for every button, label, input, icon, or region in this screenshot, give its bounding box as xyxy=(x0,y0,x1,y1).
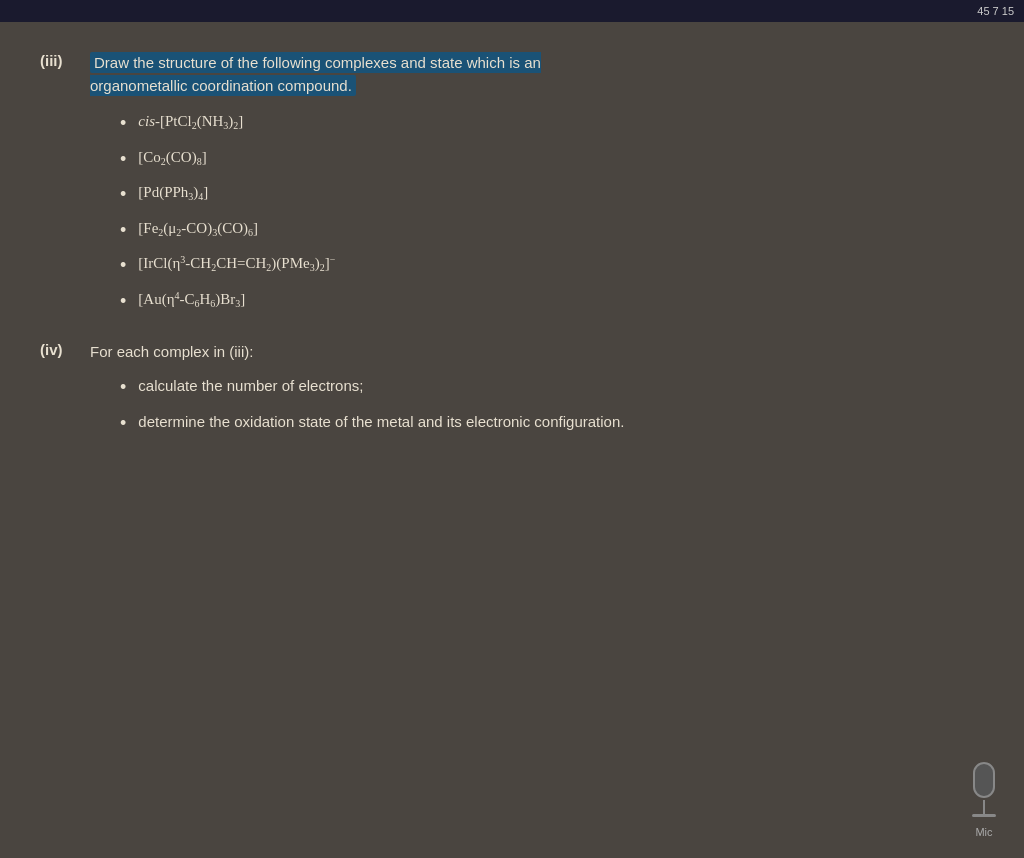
question-iii-block: (iii) Draw the structure of the followin… xyxy=(40,52,984,313)
bullet-dot: • xyxy=(120,255,126,277)
question-iii-text-span: Draw the structure of the following comp… xyxy=(90,52,541,96)
mic-label: Mic xyxy=(975,826,992,838)
bullet-dot: • xyxy=(120,113,126,135)
compound-5-formula: [IrCl(η3-CH2CH=CH2)(PMe3)2]− xyxy=(138,255,335,272)
mic-indicator: Mic xyxy=(944,698,1024,858)
content-area: (iii) Draw the structure of the followin… xyxy=(0,22,1024,858)
compound-2-formula: [Co2(CO)8] xyxy=(138,149,206,166)
mic-icon xyxy=(964,762,1004,822)
sub-bullet-1-text: calculate the number of electrons; xyxy=(138,377,363,394)
mic-stand xyxy=(983,800,985,814)
sub-bullets-list: • calculate the number of electrons; • d… xyxy=(40,377,984,434)
compound-4-formula: [Fe2(μ2-CO)3(CO)6] xyxy=(138,220,258,237)
compound-3-formula: [Pd(PPh3)4] xyxy=(138,184,208,201)
list-item: • [Co2(CO)8] xyxy=(120,149,984,171)
bullet-dot: • xyxy=(120,413,126,435)
compounds-list: • cis-[PtCl2(NH3)2] • [Co2(CO)8] • [Pd(P… xyxy=(40,113,984,313)
question-iv-block: (iv) For each complex in (iii): • calcul… xyxy=(40,341,984,435)
top-bar-text: 45 7 15 xyxy=(977,5,1014,17)
list-item: • calculate the number of electrons; xyxy=(120,377,984,399)
bullet-dot: • xyxy=(120,220,126,242)
question-iii-number: (iii) xyxy=(40,52,90,69)
top-bar: 45 7 15 xyxy=(0,0,1024,22)
list-item: • [Pd(PPh3)4] xyxy=(120,184,984,206)
question-iv-header: (iv) For each complex in (iii): xyxy=(40,341,984,364)
list-item: • [IrCl(η3-CH2CH=CH2)(PMe3)2]− xyxy=(120,255,984,277)
list-item: • [Au(η4-C6H6)Br3] xyxy=(120,291,984,313)
screen: 45 7 15 (iii) Draw the structure of the … xyxy=(0,0,1024,858)
question-iii-header: (iii) Draw the structure of the followin… xyxy=(40,52,984,97)
list-item: • [Fe2(μ2-CO)3(CO)6] xyxy=(120,220,984,242)
bullet-dot: • xyxy=(120,291,126,313)
mic-base xyxy=(972,814,996,817)
compound-6-formula: [Au(η4-C6H6)Br3] xyxy=(138,291,245,308)
question-iv-number: (iv) xyxy=(40,341,90,358)
bullet-dot: • xyxy=(120,377,126,399)
list-item: • cis-[PtCl2(NH3)2] xyxy=(120,113,984,135)
question-iii-text: Draw the structure of the following comp… xyxy=(90,52,541,97)
bullet-dot: • xyxy=(120,184,126,206)
compound-1-formula: cis-[PtCl2(NH3)2] xyxy=(138,113,243,130)
list-item: • determine the oxidation state of the m… xyxy=(120,413,984,435)
bullet-dot: • xyxy=(120,149,126,171)
question-iv-text: For each complex in (iii): xyxy=(90,341,253,364)
mic-body xyxy=(973,762,995,798)
sub-bullet-2-text: determine the oxidation state of the met… xyxy=(138,413,624,430)
